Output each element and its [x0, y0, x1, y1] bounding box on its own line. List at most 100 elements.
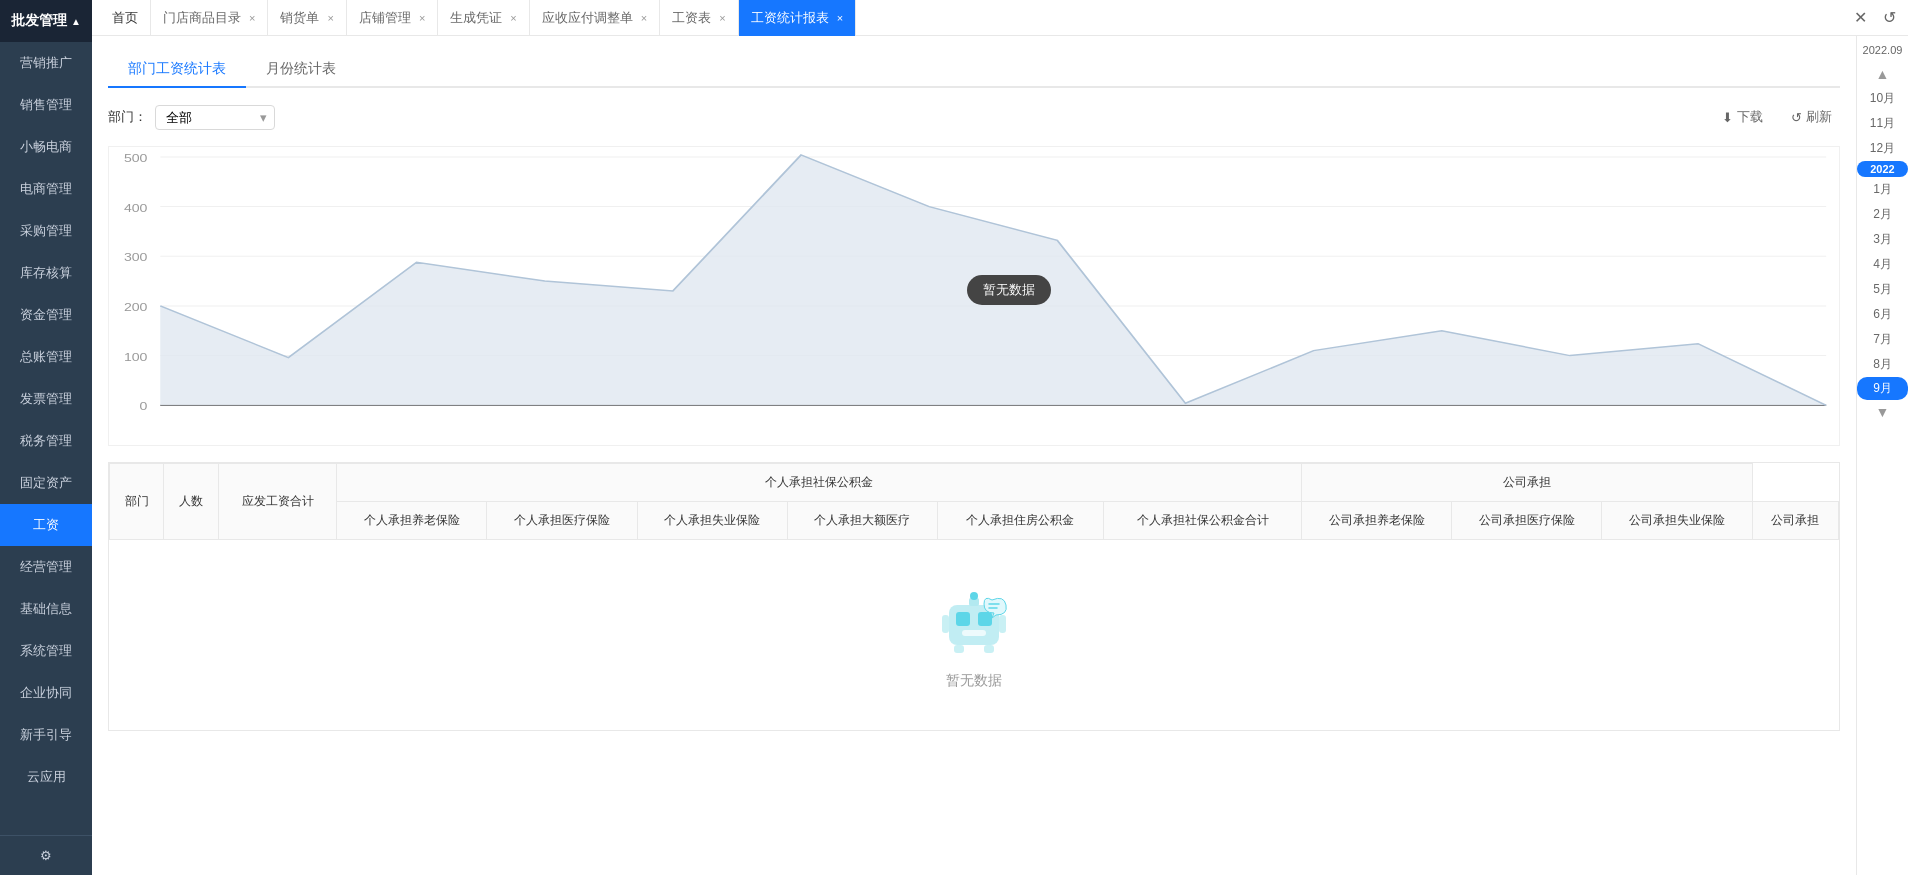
chart-svg: 500 400 300 200 100 0 — [109, 147, 1839, 445]
refresh-button[interactable]: ↺ 刷新 — [1783, 104, 1840, 130]
svg-rect-22 — [984, 645, 994, 653]
timeline-panel: 2022.09 ▲ 10月11月12月20221月2月3月4月5月6月7月8月9… — [1856, 36, 1908, 875]
tab-label-voucher: 生成凭证 — [450, 9, 502, 27]
tab-close-voucher[interactable]: × — [510, 12, 516, 24]
timeline-month-2023-1月[interactable]: 1月 — [1857, 177, 1908, 202]
sidebar-item-marketing[interactable]: 营销推广 — [0, 42, 92, 84]
sidebar-item-ecommerce[interactable]: 电商管理 — [0, 168, 92, 210]
timeline-month-2023-7月[interactable]: 7月 — [1857, 327, 1908, 352]
tab-payroll-report[interactable]: 工资统计报表 × — [739, 0, 856, 36]
sidebar-item-cloud[interactable]: 云应用 — [0, 756, 92, 798]
tab-close-button[interactable]: ✕ — [1850, 4, 1871, 31]
timeline-month-2023-8月[interactable]: 8月 — [1857, 352, 1908, 377]
svg-marker-12 — [160, 155, 1826, 405]
tab-label-payroll-report: 工资统计报表 — [751, 9, 829, 27]
tab-bar: 首页门店商品目录×销货单×店铺管理×生成凭证×应收应付调整单×工资表×工资统计报… — [92, 0, 1908, 36]
dept-select[interactable]: 全部 销售部 财务部 行政部 技术部 — [155, 105, 275, 130]
timeline-down-nav[interactable]: ▼ — [1872, 400, 1894, 424]
table-empty-label: 暂无数据 — [946, 672, 1002, 690]
tab-home[interactable]: 首页 — [100, 0, 151, 36]
sidebar-item-enterprise[interactable]: 企业协同 — [0, 672, 92, 714]
sidebar-item-invoice[interactable]: 发票管理 — [0, 378, 92, 420]
sidebar-item-assets[interactable]: 固定资产 — [0, 462, 92, 504]
sidebar-item-ecommerce-small[interactable]: 小畅电商 — [0, 126, 92, 168]
sub-col-5: 个人承担社保公积金合计 — [1104, 502, 1302, 540]
sub-col-8: 公司承担失业保险 — [1602, 502, 1752, 540]
tab-payable[interactable]: 应收应付调整单× — [530, 0, 660, 36]
data-table: 部门 人数 应发工资合计 个人承担社保公积金 公司承担 个人承担养老保险个人承担… — [109, 463, 1839, 540]
page-content: 部门工资统计表 月份统计表 部门： 全部 销售部 财务部 行政部 技术部 — [92, 36, 1856, 875]
tab-sales-order[interactable]: 销货单 × — [268, 0, 346, 36]
sidebar-item-inventory[interactable]: 库存核算 — [0, 252, 92, 294]
sub-col-7: 公司承担医疗保险 — [1452, 502, 1602, 540]
refresh-label: 刷新 — [1806, 108, 1832, 126]
timeline-month-2023-2月[interactable]: 2月 — [1857, 202, 1908, 227]
timeline-month-2023-9月[interactable]: 9月 — [1857, 377, 1908, 400]
sidebar-item-operations[interactable]: 经营管理 — [0, 546, 92, 588]
tab-refresh-button[interactable]: ↺ — [1879, 4, 1900, 31]
tab-label-store-mgmt: 店铺管理 — [359, 9, 411, 27]
timeline-month-2022-12月[interactable]: 12月 — [1857, 136, 1908, 161]
tab-close-payable[interactable]: × — [641, 12, 647, 24]
tab-close-store-catalog[interactable]: × — [249, 12, 255, 24]
empty-state: 暂无数据 — [109, 540, 1839, 730]
tab-voucher[interactable]: 生成凭证 × — [438, 0, 529, 36]
sidebar-item-tax[interactable]: 税务管理 — [0, 420, 92, 462]
tab-close-payroll[interactable]: × — [719, 12, 725, 24]
timeline-month-2022-11月[interactable]: 11月 — [1857, 111, 1908, 136]
tab-label-sales-order: 销货单 — [280, 9, 319, 27]
dept-select-wrapper: 全部 销售部 财务部 行政部 技术部 — [155, 105, 275, 130]
col-personal-group: 个人承担社保公积金 — [337, 464, 1302, 502]
col-total: 应发工资合计 — [218, 464, 336, 540]
table-container: 部门 人数 应发工资合计 个人承担社保公积金 公司承担 个人承担养老保险个人承担… — [108, 462, 1840, 731]
col-count: 人数 — [164, 464, 218, 540]
tab-close-sales-order[interactable]: × — [327, 12, 333, 24]
sidebar: 批发管理 ▲ 营销推广销售管理小畅电商电商管理采购管理库存核算资金管理总账管理发… — [0, 0, 92, 875]
sub-col-0: 个人承担养老保险 — [337, 502, 487, 540]
tab-close-store-mgmt[interactable]: × — [419, 12, 425, 24]
svg-rect-19 — [942, 615, 949, 633]
timeline-year-label: 2022.09 — [1863, 44, 1903, 56]
sidebar-item-ledger[interactable]: 总账管理 — [0, 336, 92, 378]
timeline-month-2022-10月[interactable]: 10月 — [1857, 86, 1908, 111]
dept-filter-label: 部门： — [108, 108, 147, 126]
sidebar-item-purchase[interactable]: 采购管理 — [0, 210, 92, 252]
sidebar-settings-button[interactable]: ⚙ — [0, 835, 92, 875]
tab-store-mgmt[interactable]: 店铺管理 × — [347, 0, 438, 36]
tab-bar-end: ✕ ↺ — [1850, 4, 1900, 31]
svg-rect-21 — [954, 645, 964, 653]
svg-text:400: 400 — [124, 202, 148, 214]
sub-tabs: 部门工资统计表 月份统计表 — [108, 52, 1840, 88]
timeline-up-nav[interactable]: ▲ — [1872, 62, 1894, 86]
empty-robot-icon — [934, 580, 1014, 660]
gear-icon: ⚙ — [40, 848, 52, 863]
svg-rect-15 — [978, 612, 992, 626]
tab-month-stats[interactable]: 月份统计表 — [246, 52, 356, 88]
timeline-month-2023-6月[interactable]: 6月 — [1857, 302, 1908, 327]
sidebar-item-system[interactable]: 系统管理 — [0, 630, 92, 672]
tab-store-catalog[interactable]: 门店商品目录 × — [151, 0, 268, 36]
tab-close-payroll-report[interactable]: × — [837, 12, 843, 24]
timeline-year-2022[interactable]: 2022 — [1857, 161, 1908, 177]
sidebar-item-guide[interactable]: 新手引导 — [0, 714, 92, 756]
sidebar-header[interactable]: 批发管理 ▲ — [0, 0, 92, 42]
tab-dept-stats[interactable]: 部门工资统计表 — [108, 52, 246, 88]
refresh-icon: ↺ — [1791, 110, 1802, 125]
timeline-month-2023-4月[interactable]: 4月 — [1857, 252, 1908, 277]
svg-rect-16 — [962, 630, 986, 636]
sub-col-4: 个人承担住房公积金 — [937, 502, 1103, 540]
toolbar: 部门： 全部 销售部 财务部 行政部 技术部 ⬇ 下载 — [108, 104, 1840, 130]
timeline-month-2023-5月[interactable]: 5月 — [1857, 277, 1908, 302]
svg-point-18 — [970, 592, 978, 600]
tab-payroll[interactable]: 工资表× — [660, 0, 738, 36]
timeline-month-2023-3月[interactable]: 3月 — [1857, 227, 1908, 252]
sidebar-item-sales[interactable]: 销售管理 — [0, 84, 92, 126]
download-icon: ⬇ — [1722, 110, 1733, 125]
sidebar-item-salary[interactable]: 工资 — [0, 504, 92, 546]
sidebar-item-basic[interactable]: 基础信息 — [0, 588, 92, 630]
download-button[interactable]: ⬇ 下载 — [1714, 104, 1771, 130]
tab-label-store-catalog: 门店商品目录 — [163, 9, 241, 27]
sidebar-item-finance[interactable]: 资金管理 — [0, 294, 92, 336]
svg-rect-14 — [956, 612, 970, 626]
svg-text:200: 200 — [124, 301, 148, 313]
